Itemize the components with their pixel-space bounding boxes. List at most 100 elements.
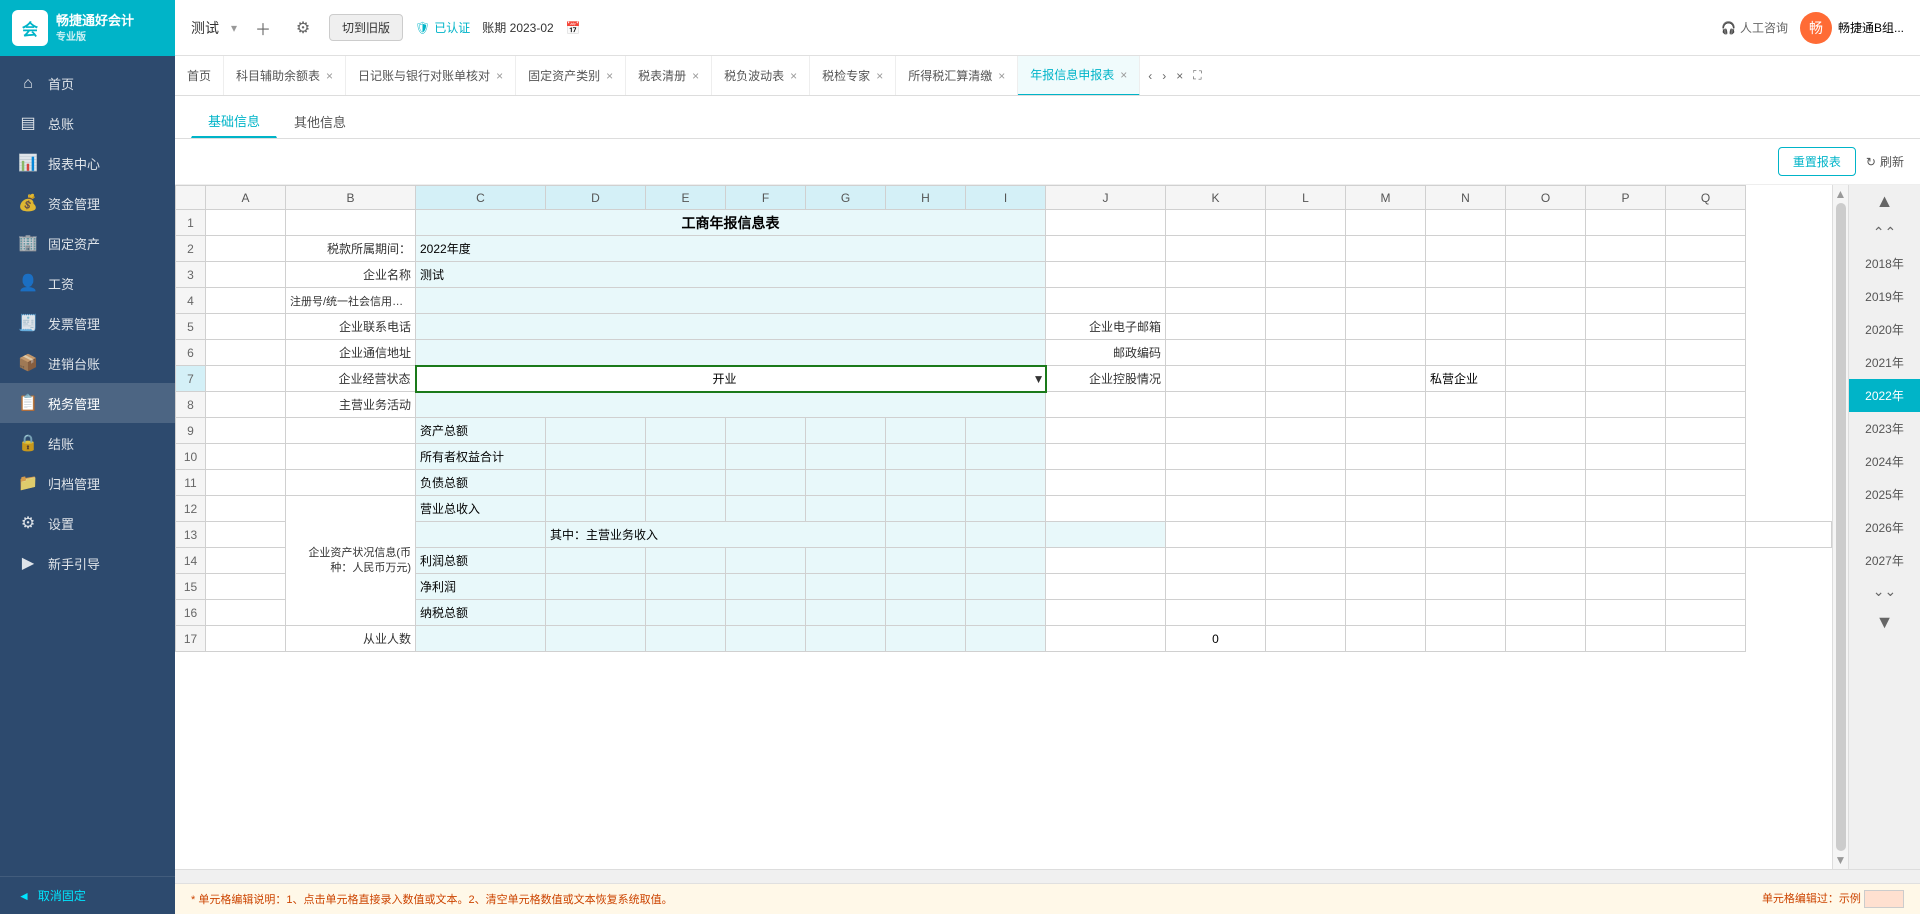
cell-13o[interactable] xyxy=(1586,522,1666,548)
cell-2a[interactable] xyxy=(206,236,286,262)
cell-15k[interactable] xyxy=(1166,574,1266,600)
cell-16l[interactable] xyxy=(1266,600,1346,626)
cell-12i[interactable] xyxy=(966,496,1046,522)
cell-11f[interactable] xyxy=(726,470,806,496)
cell-5c[interactable] xyxy=(416,314,1046,340)
cell-11a[interactable] xyxy=(206,470,286,496)
cell-15c[interactable]: 净利润 xyxy=(416,574,546,600)
cell-10e[interactable] xyxy=(646,444,726,470)
cell-4p[interactable] xyxy=(1586,288,1666,314)
cell-4a[interactable] xyxy=(206,288,286,314)
cell-16j[interactable] xyxy=(1046,600,1166,626)
cell-10j[interactable] xyxy=(1046,444,1166,470)
year-item-2021[interactable]: 2021年 xyxy=(1849,346,1920,379)
cell-2c[interactable]: 2022年度 xyxy=(416,236,1046,262)
cell-13d[interactable]: 其中：主营业务收入 xyxy=(546,522,886,548)
cell-8q[interactable] xyxy=(1666,392,1746,418)
cell-4c[interactable] xyxy=(416,288,1046,314)
cell-12d[interactable] xyxy=(546,496,646,522)
year-item-2022[interactable]: 2022年 xyxy=(1849,379,1920,412)
cell-11p[interactable] xyxy=(1586,470,1666,496)
cell-15l[interactable] xyxy=(1266,574,1346,600)
cell-7n[interactable]: 私营企业 xyxy=(1426,366,1506,392)
cell-10i[interactable] xyxy=(966,444,1046,470)
scroll-up-icon[interactable]: ▲ xyxy=(1835,187,1847,201)
year-item-2023[interactable]: 2023年 xyxy=(1849,412,1920,445)
cell-17a[interactable] xyxy=(206,626,286,652)
cell-7o[interactable] xyxy=(1506,366,1586,392)
cell-11b[interactable] xyxy=(286,470,416,496)
cell-9k[interactable] xyxy=(1166,418,1266,444)
cell-5p[interactable] xyxy=(1586,314,1666,340)
horizontal-scrollbar[interactable] xyxy=(175,869,1920,883)
cell-13n[interactable] xyxy=(1506,522,1586,548)
cell-17j[interactable] xyxy=(1046,626,1166,652)
cell-12o[interactable] xyxy=(1506,496,1586,522)
cell-12n[interactable] xyxy=(1426,496,1506,522)
topbar-add-button[interactable]: ＋ xyxy=(249,14,277,42)
cell-14j[interactable] xyxy=(1046,548,1166,574)
cell-3n[interactable] xyxy=(1426,262,1506,288)
cell-2k[interactable] xyxy=(1166,236,1266,262)
sidebar-item-home[interactable]: ⌂ 首页 xyxy=(0,64,175,103)
sidebar-item-archive[interactable]: 📁 归档管理 xyxy=(0,463,175,503)
cell-6j[interactable]: 邮政编码 xyxy=(1046,340,1166,366)
cell-9b[interactable] xyxy=(286,418,416,444)
cell-9e[interactable] xyxy=(646,418,726,444)
cell-15d[interactable] xyxy=(546,574,646,600)
cell-5a[interactable] xyxy=(206,314,286,340)
sidebar-item-settings[interactable]: ⚙ 设置 xyxy=(0,503,175,543)
cell-17l[interactable] xyxy=(1266,626,1346,652)
cell-6p[interactable] xyxy=(1586,340,1666,366)
cell-7b[interactable]: 企业经营状态 xyxy=(286,366,416,392)
cell-17i[interactable] xyxy=(966,626,1046,652)
cell-16e[interactable] xyxy=(646,600,726,626)
cell-10l[interactable] xyxy=(1266,444,1346,470)
cell-11h[interactable] xyxy=(886,470,966,496)
cell-17n[interactable] xyxy=(1426,626,1506,652)
tab-journal-bank[interactable]: 日记账与银行对账单核对 × xyxy=(346,56,516,96)
cell-4q[interactable] xyxy=(1666,288,1746,314)
tab-fixed-asset-cat-close[interactable]: × xyxy=(606,69,613,83)
cell-14q[interactable] xyxy=(1666,548,1746,574)
cell-2l[interactable] xyxy=(1266,236,1346,262)
cell-10n[interactable] xyxy=(1426,444,1506,470)
cell-11m[interactable] xyxy=(1346,470,1426,496)
cell-7a[interactable] xyxy=(206,366,286,392)
cell-14e[interactable] xyxy=(646,548,726,574)
cell-6m[interactable] xyxy=(1346,340,1426,366)
cell-4m[interactable] xyxy=(1346,288,1426,314)
cell-8m[interactable] xyxy=(1346,392,1426,418)
cell-17k[interactable]: 0 xyxy=(1166,626,1266,652)
tab-annual-report-close[interactable]: × xyxy=(1120,68,1127,82)
cell-8o[interactable] xyxy=(1506,392,1586,418)
cell-1l[interactable] xyxy=(1266,210,1346,236)
cell-1m[interactable] xyxy=(1346,210,1426,236)
cell-1-title[interactable]: 工商年报信息表 xyxy=(416,210,1046,236)
cell-1j[interactable] xyxy=(1046,210,1166,236)
cell-17f[interactable] xyxy=(726,626,806,652)
cell-17e[interactable] xyxy=(646,626,726,652)
tab-income-tax[interactable]: 所得税汇算清缴 × xyxy=(896,56,1018,96)
cell-17q[interactable] xyxy=(1666,626,1746,652)
cell-15n[interactable] xyxy=(1426,574,1506,600)
cell-12g[interactable] xyxy=(806,496,886,522)
cell-1a[interactable] xyxy=(206,210,286,236)
cell-4k[interactable] xyxy=(1166,288,1266,314)
cell-9j[interactable] xyxy=(1046,418,1166,444)
cell-1q[interactable] xyxy=(1666,210,1746,236)
cell-1o[interactable] xyxy=(1506,210,1586,236)
cell-3a[interactable] xyxy=(206,262,286,288)
sub-tab-basic[interactable]: 基础信息 xyxy=(191,104,277,138)
tab-aux-balance-close[interactable]: × xyxy=(326,69,333,83)
cell-3j[interactable] xyxy=(1046,262,1166,288)
cell-12a[interactable] xyxy=(206,496,286,522)
cell-12e[interactable] xyxy=(646,496,726,522)
cell-15e[interactable] xyxy=(646,574,726,600)
cell-12p[interactable] xyxy=(1586,496,1666,522)
cell-16f[interactable] xyxy=(726,600,806,626)
cell-2m[interactable] xyxy=(1346,236,1426,262)
cell-9m[interactable] xyxy=(1346,418,1426,444)
cell-6n[interactable] xyxy=(1426,340,1506,366)
scroll-down-icon[interactable]: ▼ xyxy=(1835,853,1847,867)
